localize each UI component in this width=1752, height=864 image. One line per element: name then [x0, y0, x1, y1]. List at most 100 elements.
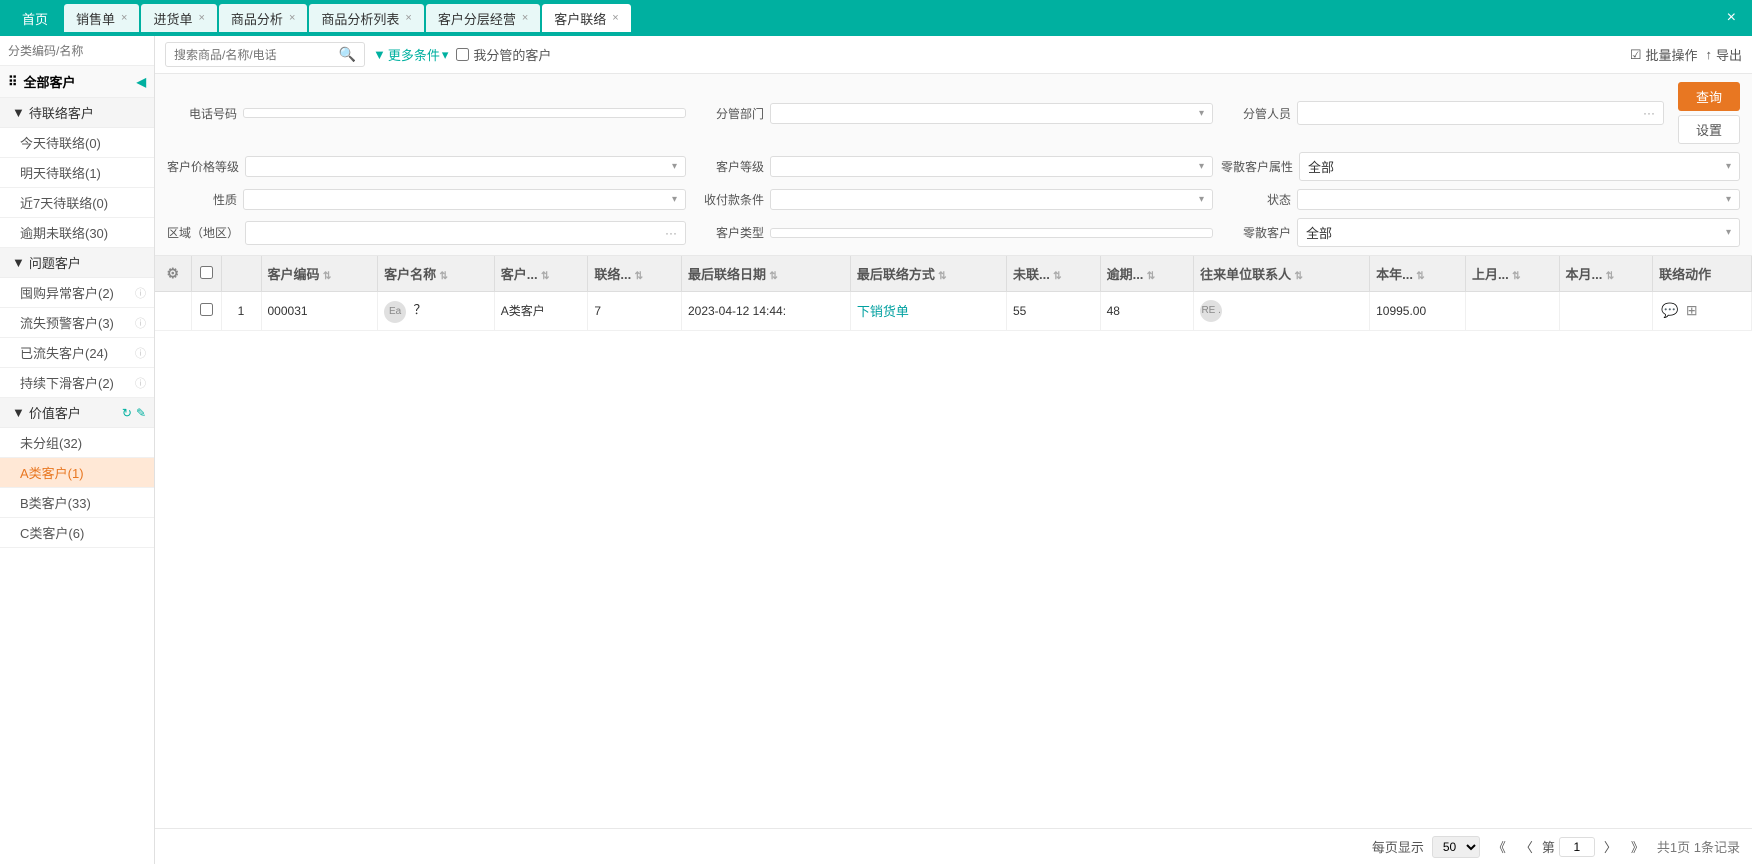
nav-tab-4-close[interactable]: ×: [522, 12, 528, 24]
table-gear-icon[interactable]: ⚙: [166, 265, 179, 281]
nav-tab-1-close[interactable]: ×: [198, 12, 204, 24]
filter-input-cust-type[interactable]: [770, 228, 1213, 238]
row-check[interactable]: [191, 292, 221, 331]
filter-search-icon[interactable]: 🔍: [339, 46, 356, 63]
filter-input-price-grade[interactable]: ▾: [245, 156, 686, 177]
filter-row-nature: 性质 ▾: [167, 189, 686, 210]
sidebar-item-hoard-label: 囤购异常客户(2): [20, 283, 114, 302]
nav-home[interactable]: 首页: [8, 3, 62, 34]
sidebar-item-7days[interactable]: 近7天待联络(0): [0, 188, 154, 218]
filter-input-payment[interactable]: ▾: [770, 189, 1213, 210]
sidebar-group-pending[interactable]: ▼ 待联络客户: [0, 98, 154, 128]
filter-input-manager[interactable]: ···: [1297, 101, 1664, 125]
first-page-btn[interactable]: 《: [1488, 835, 1511, 858]
sidebar-item-c-class[interactable]: C类客户(6): [0, 518, 154, 548]
chat-action-icon[interactable]: 💬: [1661, 302, 1678, 318]
batch-op-btn[interactable]: ☑ 批量操作: [1630, 45, 1698, 64]
filter-search-input[interactable]: [174, 48, 333, 62]
filter-search-box[interactable]: 🔍: [165, 42, 365, 67]
last-contact-link[interactable]: 下销货单: [857, 304, 909, 319]
info-icon-lost-warn: ⓘ: [135, 315, 146, 331]
sort-code-icon[interactable]: ⇅: [323, 271, 331, 282]
col-this-month-label: 本月...: [1566, 267, 1603, 282]
nav-tab-5-close[interactable]: ×: [612, 12, 618, 24]
filter-my-customers[interactable]: 我分管的客户: [456, 45, 551, 64]
sidebar-item-declining-label: 持续下滑客户(2): [20, 373, 114, 392]
row-checkbox[interactable]: [200, 303, 213, 316]
page-total: 共1页 1条记录: [1657, 837, 1740, 856]
filter-row-dept: 分管部门 ▾: [694, 82, 1213, 144]
filter-input-cust-grade[interactable]: ▾: [770, 156, 1213, 177]
my-customers-checkbox[interactable]: [456, 48, 469, 61]
sort-last-date-icon[interactable]: ⇅: [769, 271, 777, 282]
refresh-icon[interactable]: ↻: [122, 406, 132, 420]
select-all-checkbox[interactable]: [200, 266, 213, 279]
sort-this-year-icon[interactable]: ⇅: [1416, 271, 1424, 282]
sort-last-method-icon[interactable]: ⇅: [938, 271, 946, 282]
cust-grade-arrow: ▾: [1199, 161, 1204, 172]
sidebar-collapse-btn[interactable]: ◀: [137, 75, 146, 89]
sidebar-search-input[interactable]: [8, 44, 155, 58]
sidebar-item-lost[interactable]: 已流失客户(24) ⓘ: [0, 338, 154, 368]
filter-more-btn[interactable]: ▼ 更多条件 ▾: [373, 45, 448, 64]
col-header-this-year: 本年... ⇅: [1370, 256, 1466, 292]
sort-type-icon[interactable]: ⇅: [541, 271, 549, 282]
page-num-input[interactable]: [1559, 837, 1595, 857]
nav-tab-5[interactable]: 客户联络 ×: [542, 4, 630, 32]
nav-tab-4-label: 客户分层经营: [438, 9, 516, 28]
nav-tab-3[interactable]: 商品分析列表 ×: [309, 4, 423, 32]
col-header-type: 客户... ⇅: [494, 256, 588, 292]
sidebar-item-b-class[interactable]: B类客户(33): [0, 488, 154, 518]
row-action: 💬 ⊞: [1653, 292, 1752, 331]
prev-page-btn[interactable]: 〈: [1515, 835, 1538, 858]
next-page-btn[interactable]: 〉: [1599, 835, 1622, 858]
sidebar-item-today[interactable]: 今天待联络(0): [0, 128, 154, 158]
filter-bar: 🔍 ▼ 更多条件 ▾ 我分管的客户 ☑ 批量操作 ↑ 导出: [155, 36, 1752, 74]
filter-input-retail-attr[interactable]: 全部 ▾: [1299, 152, 1740, 181]
sidebar-item-a-class[interactable]: A类客户(1): [0, 458, 154, 488]
sidebar-item-overdue[interactable]: 逾期未联络(30): [0, 218, 154, 248]
sidebar-group-problem[interactable]: ▼ 问题客户: [0, 248, 154, 278]
filter-input-region[interactable]: ···: [245, 221, 686, 245]
page-size-select[interactable]: 50: [1432, 836, 1480, 858]
qr-action-icon[interactable]: ⊞: [1686, 302, 1698, 318]
pending-group-label: 待联络客户: [29, 103, 94, 122]
filter-input-dept[interactable]: ▾: [770, 103, 1213, 124]
sort-overdue-icon[interactable]: ⇅: [1147, 271, 1155, 282]
nav-tab-0-label: 销售单: [76, 9, 115, 28]
col-last-method-label: 最后联络方式: [857, 267, 935, 282]
nav-tab-0[interactable]: 销售单 ×: [64, 4, 139, 32]
nav-tab-2-close[interactable]: ×: [289, 12, 295, 24]
edit-icon[interactable]: ✎: [136, 406, 146, 420]
sort-last-month-icon[interactable]: ⇅: [1512, 271, 1520, 282]
nav-tab-0-close[interactable]: ×: [121, 12, 127, 24]
last-page-btn[interactable]: 》: [1626, 835, 1649, 858]
sidebar-item-declining[interactable]: 持续下滑客户(2) ⓘ: [0, 368, 154, 398]
sort-name-icon[interactable]: ⇅: [440, 271, 448, 282]
nav-tab-3-close[interactable]: ×: [405, 12, 411, 24]
filter-input-nature[interactable]: ▾: [243, 189, 686, 210]
sidebar-item-tomorrow[interactable]: 明天待联络(1): [0, 158, 154, 188]
sidebar-item-hoard[interactable]: 囤购异常客户(2) ⓘ: [0, 278, 154, 308]
sidebar-item-ungrouped-label: 未分组(32): [20, 433, 82, 452]
col-type-label: 客户...: [501, 267, 538, 282]
sort-contact-count-icon[interactable]: ⇅: [635, 271, 643, 282]
query-button[interactable]: 查询: [1678, 82, 1740, 111]
nav-tab-4[interactable]: 客户分层经营 ×: [426, 4, 540, 32]
nav-tab-1[interactable]: 进货单 ×: [141, 4, 216, 32]
export-btn[interactable]: ↑ 导出: [1705, 45, 1742, 64]
sort-company-contact-icon[interactable]: ⇅: [1295, 271, 1303, 282]
sort-not-contacted-icon[interactable]: ⇅: [1053, 271, 1061, 282]
filter-input-status[interactable]: ▾: [1297, 189, 1740, 210]
sidebar-item-lost-warn[interactable]: 流失预警客户(3) ⓘ: [0, 308, 154, 338]
close-all-button[interactable]: ×: [1719, 5, 1744, 31]
sort-this-month-icon[interactable]: ⇅: [1606, 271, 1614, 282]
filter-input-retail[interactable]: 全部 ▾: [1297, 218, 1740, 247]
sidebar-all-customers[interactable]: ⠿ 全部客户 ◀: [0, 66, 154, 98]
nav-tab-2[interactable]: 商品分析 ×: [219, 4, 307, 32]
setting-button[interactable]: 设置: [1678, 115, 1740, 144]
sidebar-group-value[interactable]: ▼ 价值客户 ↻ ✎: [0, 398, 154, 428]
sidebar-item-ungrouped[interactable]: 未分组(32): [0, 428, 154, 458]
filter-input-phone[interactable]: [243, 108, 686, 118]
col-header-last-date: 最后联络日期 ⇅: [681, 256, 850, 292]
